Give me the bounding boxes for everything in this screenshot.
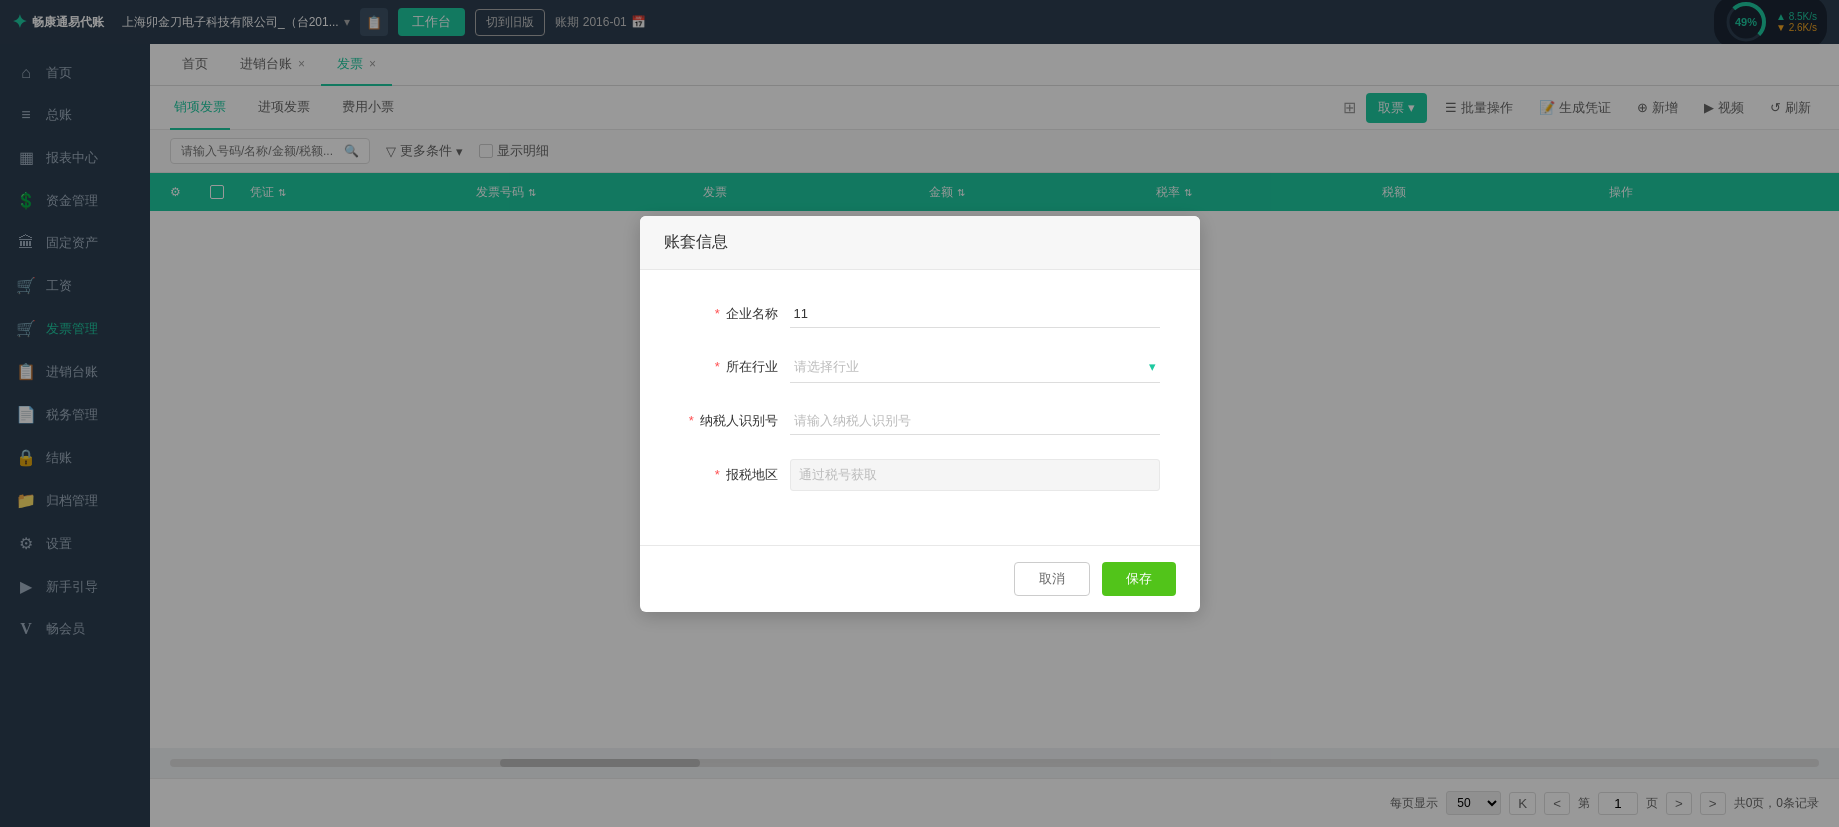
form-row-tax-region: * 报税地区 通过税号获取: [680, 459, 1160, 491]
modal-body: * 企业名称 * 所在行业 请选择行业 ▾ *: [640, 270, 1200, 545]
save-button[interactable]: 保存: [1102, 562, 1176, 596]
industry-select[interactable]: 请选择行业 ▾: [790, 352, 1160, 383]
modal-title: 账套信息: [664, 233, 728, 250]
tax-region-disabled-input: 通过税号获取: [790, 459, 1160, 491]
form-row-tax-id: * 纳税人识别号: [680, 407, 1160, 435]
required-mark: *: [715, 306, 720, 321]
tax-id-label: * 纳税人识别号: [680, 412, 790, 430]
tax-id-input[interactable]: [790, 407, 1160, 435]
required-mark: *: [715, 359, 720, 374]
tax-region-label: * 报税地区: [680, 466, 790, 484]
form-row-company: * 企业名称: [680, 300, 1160, 328]
modal-footer: 取消 保存: [640, 545, 1200, 612]
company-name-label: * 企业名称: [680, 305, 790, 323]
account-info-modal: 账套信息 * 企业名称 * 所在行业 请选择行业 ▾: [640, 216, 1200, 612]
modal-overlay: 账套信息 * 企业名称 * 所在行业 请选择行业 ▾: [0, 0, 1839, 827]
company-name-input[interactable]: [790, 300, 1160, 328]
cancel-button[interactable]: 取消: [1014, 562, 1090, 596]
chevron-down-icon: ▾: [1149, 359, 1156, 374]
required-mark: *: [715, 467, 720, 482]
required-mark: *: [689, 413, 694, 428]
modal-header: 账套信息: [640, 216, 1200, 270]
form-row-industry: * 所在行业 请选择行业 ▾: [680, 352, 1160, 383]
industry-label: * 所在行业: [680, 358, 790, 376]
